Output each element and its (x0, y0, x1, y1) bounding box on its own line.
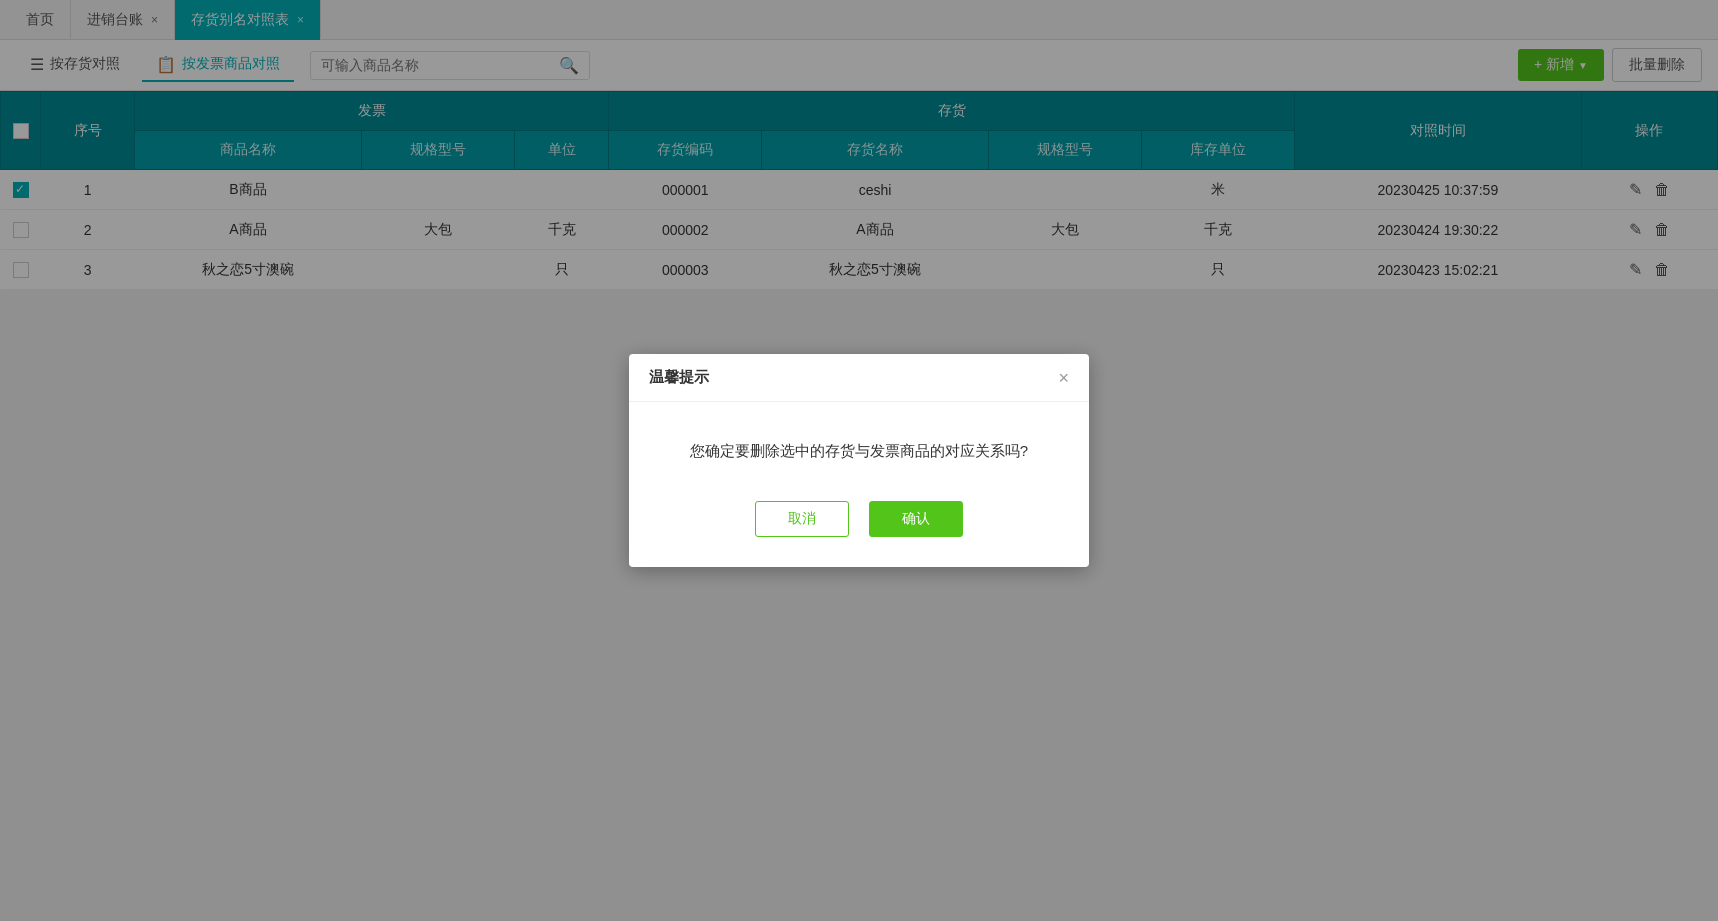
modal-overlay: 温馨提示 × 您确定要删除选中的存货与发票商品的对应关系吗? 取消 确认 (0, 0, 1718, 290)
